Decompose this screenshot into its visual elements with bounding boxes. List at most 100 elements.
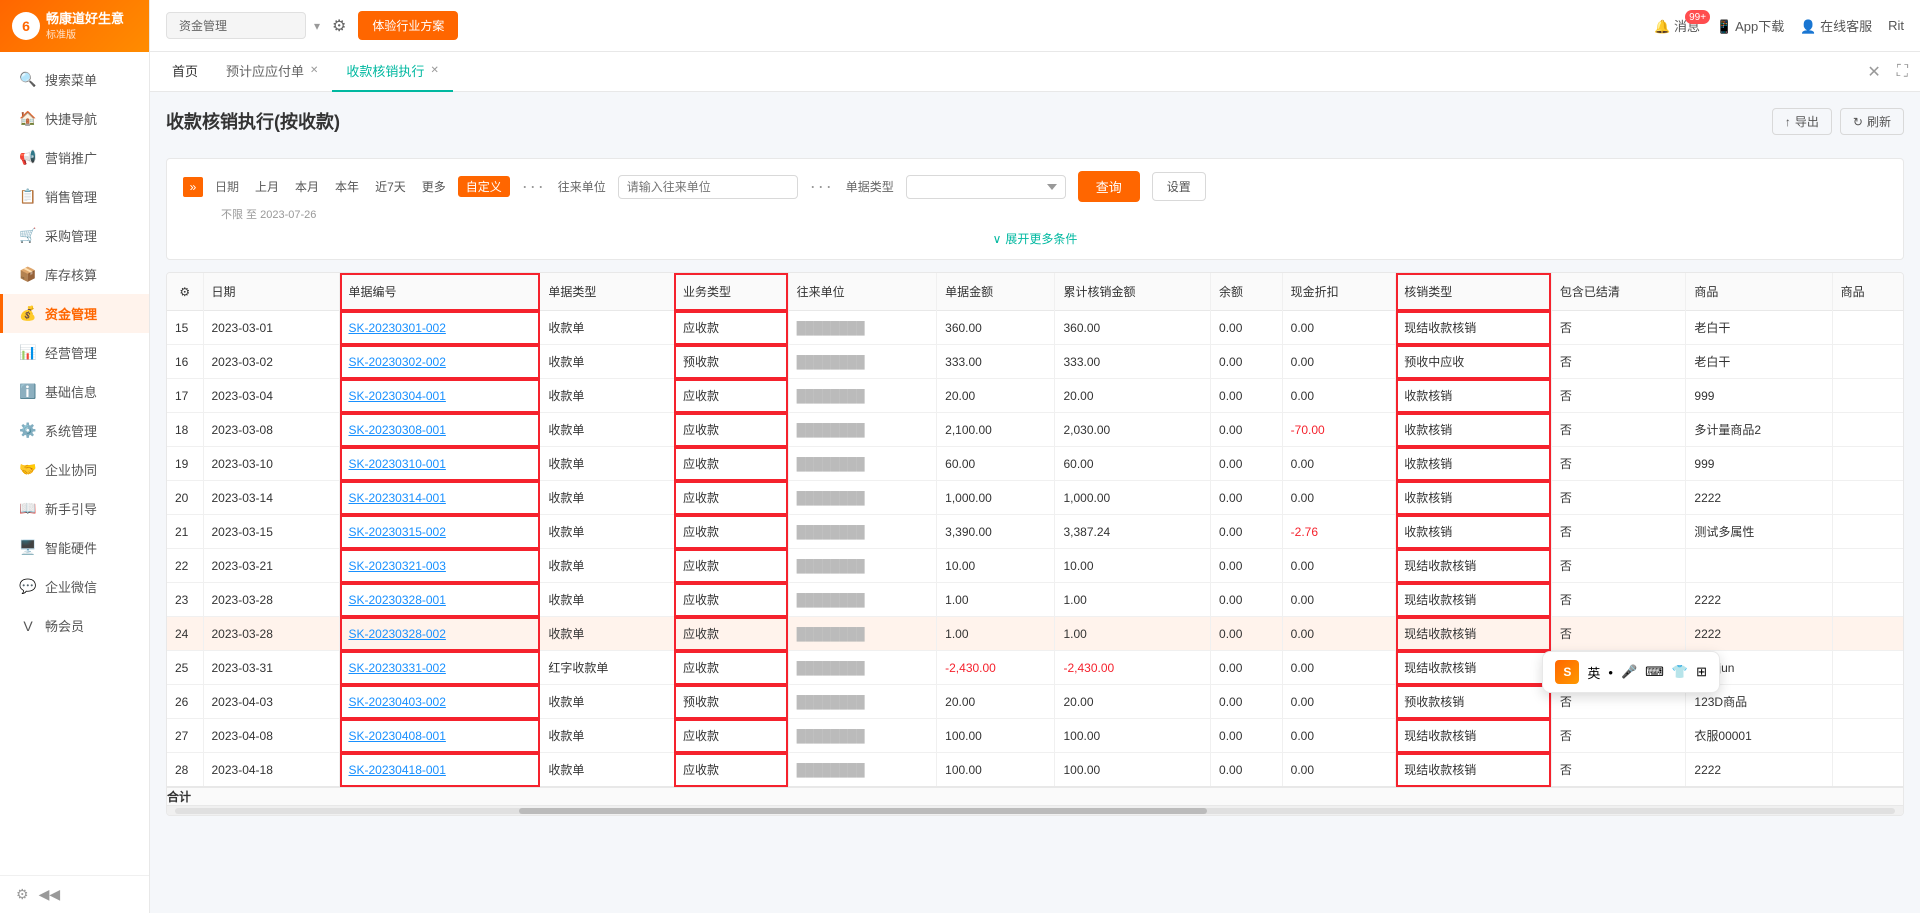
sidebar-item-purchase[interactable]: 🛒 采购管理 (0, 216, 149, 255)
td-verify-type: 收款核销 (1396, 515, 1552, 549)
sidebar-item-system[interactable]: ⚙️ 系统管理 (0, 411, 149, 450)
main-content: 资金管理 ▾ ⚙ 体验行业方案 🔔 消息 99+ 📱 App下载 👤 在线客服 … (150, 0, 1920, 913)
header-gear-icon[interactable]: ⚙ (328, 12, 350, 40)
td-verify-type: 预收款核销 (1396, 685, 1552, 719)
industry-solution-button[interactable]: 体验行业方案 (358, 11, 458, 40)
float-text-icon[interactable]: 英 (1587, 663, 1600, 682)
online-service-button[interactable]: 👤 在线客服 (1800, 16, 1872, 35)
td-order-type: 收款单 (540, 481, 675, 515)
float-keyboard-icon[interactable]: ⌨ (1645, 664, 1664, 680)
td-cash-discount: 0.00 (1282, 447, 1396, 481)
tab-close-icon[interactable]: ✕ (1863, 58, 1884, 86)
td-order-no[interactable]: SK-20230301-002 (340, 311, 540, 345)
filter-order-type-select[interactable] (906, 175, 1066, 199)
td-total-verified: 333.00 (1055, 345, 1211, 379)
export-button[interactable]: ↑ 导出 (1772, 108, 1832, 135)
refresh-button[interactable]: ↻ 刷新 (1840, 108, 1904, 135)
sidebar-nav: 🔍 搜索菜单 🏠 快捷导航 📢 营销推广 📋 销售管理 🛒 采购管理 📦 库存核… (0, 52, 149, 875)
filter-date-7days[interactable]: 近7天 (371, 176, 410, 197)
sidebar-item-hardware[interactable]: 🖥️ 智能硬件 (0, 528, 149, 567)
tab-home-label: 首页 (172, 61, 198, 80)
float-grid-icon[interactable]: ⊞ (1696, 664, 1707, 680)
td-total-verified: 100.00 (1055, 719, 1211, 753)
td-row-no: 27 (167, 719, 203, 753)
filter-row: » 日期 上月 本月 本年 近7天 更多 自定义 ··· 往来单位 ··· 单据… (183, 171, 1887, 202)
filter-date-custom-button[interactable]: 自定义 (458, 176, 510, 197)
td-amount: 20.00 (937, 379, 1055, 413)
td-order-no[interactable]: SK-20230321-003 (340, 549, 540, 583)
float-mic-icon[interactable]: 🎤 (1621, 664, 1637, 680)
td-order-no[interactable]: SK-20230304-001 (340, 379, 540, 413)
sidebar-item-operations[interactable]: 📊 经营管理 (0, 333, 149, 372)
sidebar-item-marketing[interactable]: 📢 营销推广 (0, 138, 149, 177)
th-date: 日期 (203, 273, 340, 311)
td-balance: 0.00 (1211, 685, 1283, 719)
sidebar-item-inventory[interactable]: 📦 库存核算 (0, 255, 149, 294)
td-order-no[interactable]: SK-20230403-002 (340, 685, 540, 719)
notice-button[interactable]: 🔔 消息 99+ (1654, 16, 1700, 35)
notice-badge: 99+ (1685, 10, 1710, 24)
td-total-verified: 60.00 (1055, 447, 1211, 481)
td-order-no[interactable]: SK-20230418-001 (340, 753, 540, 788)
td-cash-discount: 0.00 (1282, 753, 1396, 788)
collapse-icon[interactable]: ◀◀ (39, 886, 61, 903)
td-biz-type: 应收款 (674, 753, 788, 788)
filter-expand-conditions[interactable]: ∨ 展开更多条件 (183, 230, 1887, 247)
td-cash-discount: 0.00 (1282, 311, 1396, 345)
td-order-no[interactable]: SK-20230408-001 (340, 719, 540, 753)
money-icon: 💰 (19, 305, 37, 322)
horizontal-scrollbar[interactable] (167, 805, 1903, 815)
breadcrumb-dropdown-arrow[interactable]: ▾ (314, 19, 320, 33)
tab-maximize-icon[interactable]: ⛶ (1893, 59, 1912, 85)
td-order-no[interactable]: SK-20230328-001 (340, 583, 540, 617)
td-verify-type: 收款核销 (1396, 447, 1552, 481)
tab-collection-close[interactable]: ✕ (430, 65, 438, 76)
td-customer: ████████ (788, 549, 937, 583)
filter-date-thisyear[interactable]: 本年 (331, 176, 363, 197)
td-order-no[interactable]: SK-20230302-002 (340, 345, 540, 379)
td-order-no[interactable]: SK-20230308-001 (340, 413, 540, 447)
td-order-no[interactable]: SK-20230315-002 (340, 515, 540, 549)
sidebar-item-member[interactable]: V 畅会员 (0, 606, 149, 645)
td-total-verified: 1.00 (1055, 583, 1211, 617)
table-row: 182023-03-08SK-20230308-001收款单应收款███████… (167, 413, 1903, 447)
td-order-no[interactable]: SK-20230314-001 (340, 481, 540, 515)
tab-receivables[interactable]: 预计应应付单 ✕ (212, 52, 332, 92)
app-download-button[interactable]: 📱 App下载 (1716, 16, 1784, 35)
filter-order-type-label: 单据类型 (846, 178, 894, 195)
sidebar-item-sales[interactable]: 📋 销售管理 (0, 177, 149, 216)
filter-expand-button[interactable]: » (183, 177, 203, 197)
td-balance: 0.00 (1211, 345, 1283, 379)
th-gear[interactable]: ⚙ (167, 273, 203, 311)
td-date: 2023-03-14 (203, 481, 340, 515)
tab-home[interactable]: 首页 (158, 52, 212, 92)
float-shirt-icon[interactable]: 👕 (1672, 664, 1688, 680)
td-order-no[interactable]: SK-20230310-001 (340, 447, 540, 481)
td-customer: ████████ (788, 515, 937, 549)
td-order-no[interactable]: SK-20230331-002 (340, 651, 540, 685)
td-product: 老白干 (1686, 345, 1832, 379)
sidebar-item-guide[interactable]: 📖 新手引导 (0, 489, 149, 528)
top-header: 资金管理 ▾ ⚙ 体验行业方案 🔔 消息 99+ 📱 App下载 👤 在线客服 … (150, 0, 1920, 52)
filter-date-lastmonth[interactable]: 上月 (251, 176, 283, 197)
td-verify-type: 现结收款核销 (1396, 651, 1552, 685)
filter-date-thismonth[interactable]: 本月 (291, 176, 323, 197)
tab-collection[interactable]: 收款核销执行 ✕ (332, 52, 452, 92)
sidebar-item-corp[interactable]: 🤝 企业协同 (0, 450, 149, 489)
table-settings-icon[interactable]: ⚙ (179, 285, 190, 299)
filter-date-more[interactable]: 更多 (418, 176, 450, 197)
user-menu[interactable]: Rit (1888, 18, 1904, 33)
sidebar-item-finance[interactable]: 💰 资金管理 (0, 294, 149, 333)
sidebar-item-basic[interactable]: ℹ️ 基础信息 (0, 372, 149, 411)
filter-query-button[interactable]: 查询 (1078, 171, 1140, 202)
scroll-thumb[interactable] (519, 808, 1207, 814)
tab-receivables-close[interactable]: ✕ (310, 65, 318, 76)
td-order-no[interactable]: SK-20230328-002 (340, 617, 540, 651)
td-row-no: 16 (167, 345, 203, 379)
settings-bottom-icon[interactable]: ⚙ (16, 886, 29, 903)
sidebar-item-search[interactable]: 🔍 搜索菜单 (0, 60, 149, 99)
sidebar-item-quick-nav[interactable]: 🏠 快捷导航 (0, 99, 149, 138)
filter-customer-input[interactable] (618, 175, 798, 199)
sidebar-item-wechat[interactable]: 💬 企业微信 (0, 567, 149, 606)
filter-setting-button[interactable]: 设置 (1152, 172, 1206, 201)
